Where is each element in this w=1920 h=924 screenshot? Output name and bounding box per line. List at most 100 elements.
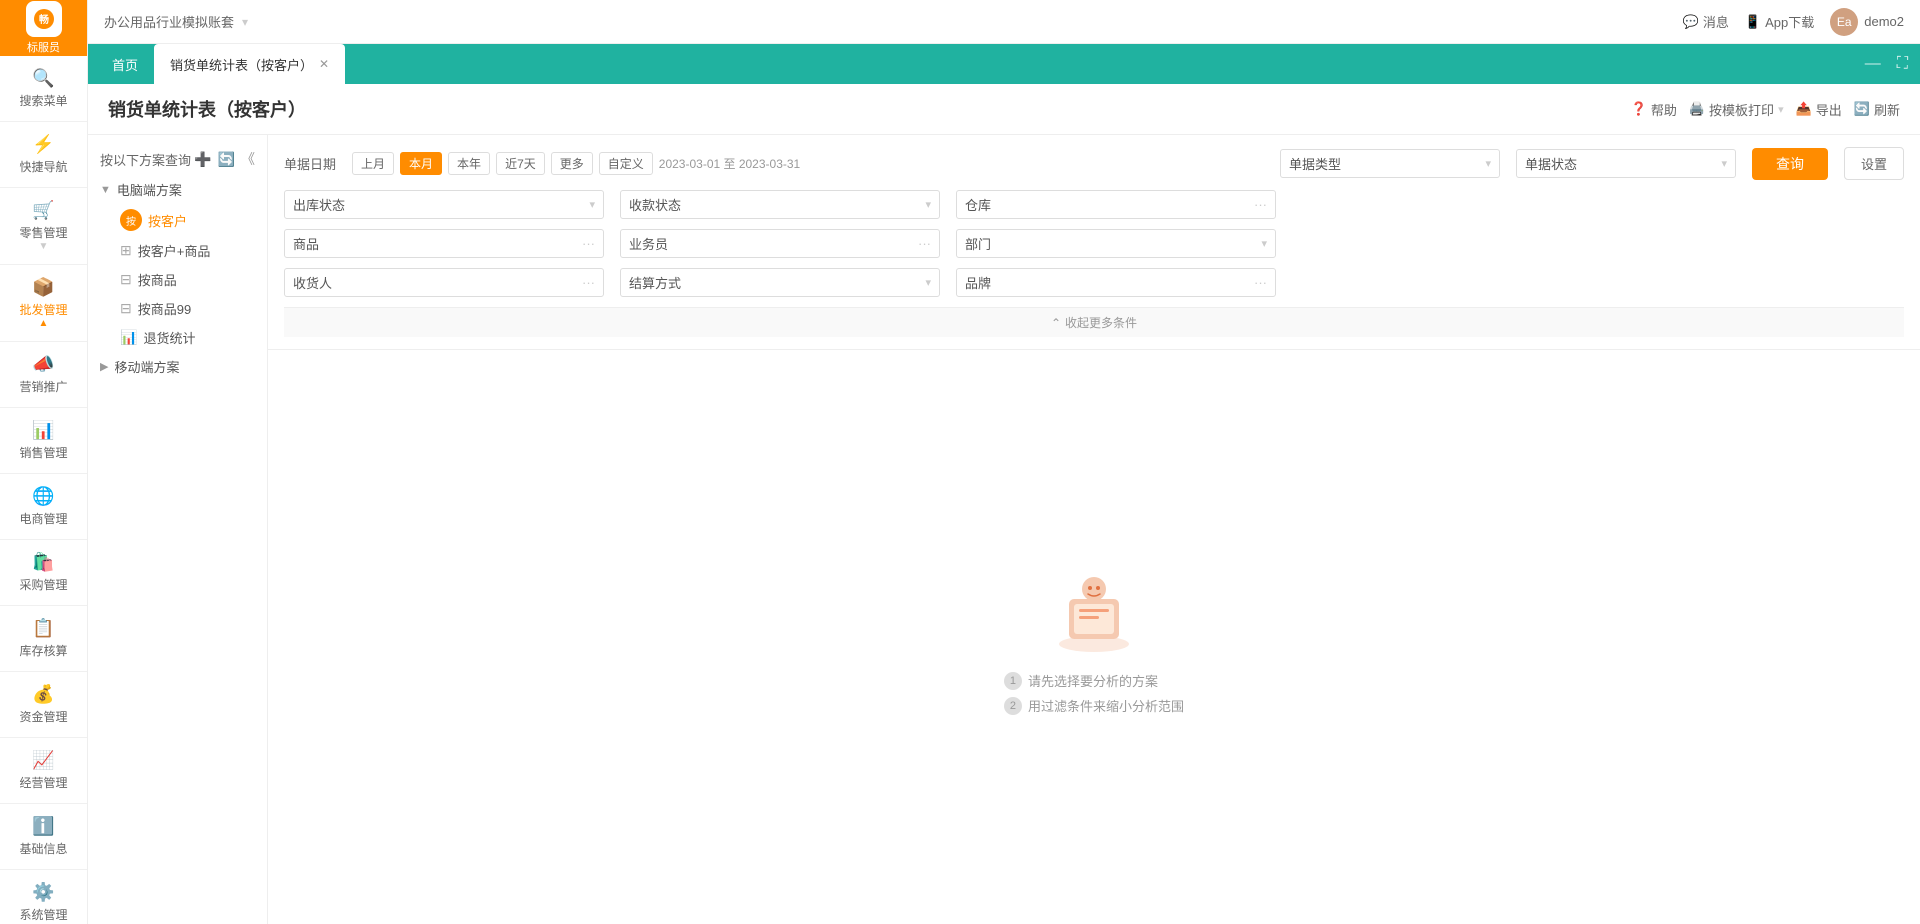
- sidebar-item-wholesale-label: 批发管理: [19, 301, 67, 318]
- print-icon: 🖨️: [1689, 101, 1705, 117]
- sidebar-item-marketing[interactable]: 📣 营销推广: [0, 342, 87, 408]
- tip1-text: 请先选择要分析的方案: [1028, 671, 1158, 690]
- settlement-select[interactable]: 结算方式 ▾: [620, 268, 940, 297]
- sales-icon: 📊: [32, 420, 54, 441]
- settings-button[interactable]: 设置: [1844, 147, 1904, 180]
- tree-item-customer-product[interactable]: ⊞ 按客户+商品: [88, 236, 267, 265]
- tab-sales-stat[interactable]: 销货单统计表（按客户） ✕: [154, 44, 345, 84]
- sidebar-item-search[interactable]: 🔍 搜索菜单: [0, 56, 87, 122]
- receipt-status-label: 收款状态: [629, 195, 681, 214]
- sidebar-menu: 🔍 搜索菜单 ⚡ 快捷导航 🛒 零售管理 ▼ 📦 批发管理 ▲ 📣 营销推广 📊…: [0, 56, 87, 924]
- sidebar-item-wholesale[interactable]: 📦 批发管理 ▲: [0, 265, 87, 342]
- left-panel-tools: ➕ 🔄 《: [194, 149, 255, 169]
- order-status-select[interactable]: 单据状态 ▾: [1516, 149, 1736, 178]
- receiver-dots-icon: ···: [582, 275, 595, 290]
- add-scheme-button[interactable]: ➕: [194, 151, 211, 168]
- tab-minimize-icon[interactable]: —: [1861, 51, 1885, 77]
- tab-maximize-icon[interactable]: ⛶: [1893, 51, 1912, 77]
- export-button[interactable]: 📤 导出: [1796, 100, 1842, 119]
- user-menu[interactable]: Ea demo2: [1830, 8, 1904, 36]
- help-label: 帮助: [1651, 100, 1677, 119]
- export-icon: 📤: [1796, 101, 1812, 117]
- breadcrumb: 办公用品行业模拟账套: [104, 12, 234, 31]
- tree-item-product[interactable]: ⊟ 按商品: [88, 265, 267, 294]
- settlement-label: 结算方式: [629, 273, 681, 292]
- sidebar-item-system[interactable]: ⚙️ 系统管理: [0, 870, 87, 924]
- warehouse-dots-icon: ···: [1254, 197, 1267, 212]
- download-icon: 📱: [1745, 14, 1761, 30]
- help-button[interactable]: ❓ 帮助: [1631, 100, 1677, 119]
- sidebar-item-basic[interactable]: ℹ️ 基础信息: [0, 804, 87, 870]
- message-button[interactable]: 💬 消息: [1683, 12, 1729, 31]
- tree-group-pc[interactable]: ▼ 电脑端方案: [88, 175, 267, 204]
- tab-home[interactable]: 首页: [96, 44, 154, 84]
- return-icon: 📊: [120, 329, 137, 346]
- sidebar-item-retail[interactable]: 🛒 零售管理 ▼: [0, 188, 87, 265]
- sidebar-item-retail-label: 零售管理: [19, 224, 67, 241]
- ecommerce-icon: 🌐: [32, 486, 54, 507]
- tip2-text: 用过滤条件来缩小分析范围: [1028, 696, 1184, 715]
- tab-home-label: 首页: [112, 55, 138, 74]
- date-btn-more[interactable]: 更多: [551, 152, 593, 175]
- sidebar-item-sales[interactable]: 📊 销售管理: [0, 408, 87, 474]
- receipt-status-select[interactable]: 收款状态 ▾: [620, 190, 940, 219]
- out-status-select[interactable]: 出库状态 ▾: [284, 190, 604, 219]
- salesperson-select[interactable]: 业务员 ···: [620, 229, 940, 258]
- collapse-bar[interactable]: ⌃ 收起更多条件: [284, 307, 1904, 337]
- order-type-select[interactable]: 单据类型 ▾: [1280, 149, 1500, 178]
- tree-group-mobile[interactable]: ▶ 移动端方案: [88, 352, 267, 381]
- brand-select[interactable]: 品牌 ···: [956, 268, 1276, 297]
- left-panel: 按以下方案查询 ➕ 🔄 《 ▼ 电脑端方案 按 按客户: [88, 135, 268, 924]
- filter-row-2: 出库状态 ▾ 收款状态 ▾ 仓库 ···: [284, 190, 1904, 219]
- tab-close-icon[interactable]: ✕: [319, 57, 329, 71]
- tree-item-return[interactable]: 📊 退货统计: [88, 323, 267, 352]
- sidebar-item-basic-label: 基础信息: [19, 840, 67, 857]
- date-btn-custom[interactable]: 自定义: [599, 152, 653, 175]
- tree-collapse-icon: ▶: [100, 360, 108, 373]
- sidebar-item-sales-label: 销售管理: [19, 444, 67, 461]
- export-label: 导出: [1816, 100, 1842, 119]
- finance-icon: 💰: [32, 684, 54, 705]
- content-area: 销货单统计表（按客户） ❓ 帮助 🖨️ 按模板打印 ▾ 📤 导出 🔄 刷新: [88, 84, 1920, 924]
- product-select[interactable]: 商品 ···: [284, 229, 604, 258]
- order-status-label: 单据状态: [1525, 154, 1577, 173]
- user-name: demo2: [1864, 14, 1904, 29]
- inventory-icon: 📋: [32, 618, 54, 639]
- tip2-num: 2: [1004, 697, 1022, 715]
- sidebar-item-finance-label: 资金管理: [19, 708, 67, 725]
- tree-item-product99[interactable]: ⊟ 按商品99: [88, 294, 267, 323]
- date-btn-last-month[interactable]: 上月: [352, 152, 394, 175]
- collapse-panel-button[interactable]: 《: [241, 149, 255, 169]
- sidebar-item-ecommerce[interactable]: 🌐 电商管理: [0, 474, 87, 540]
- collapse-label: 收起更多条件: [1065, 314, 1137, 331]
- refresh-label: 刷新: [1874, 100, 1900, 119]
- app-download-button[interactable]: 📱 App下载: [1745, 12, 1814, 31]
- product-label: 商品: [293, 234, 319, 253]
- date-btn-this-month[interactable]: 本月: [400, 152, 442, 175]
- message-icon: 💬: [1683, 14, 1699, 30]
- receiver-select[interactable]: 收货人 ···: [284, 268, 604, 297]
- warehouse-select[interactable]: 仓库 ···: [956, 190, 1276, 219]
- app-sub-label: 标服员: [27, 39, 60, 55]
- sidebar-item-inventory[interactable]: 📋 库存核算: [0, 606, 87, 672]
- date-btn-this-year[interactable]: 本年: [448, 152, 490, 175]
- product-dots-icon: ···: [582, 236, 595, 251]
- settlement-arrow-icon: ▾: [925, 276, 931, 289]
- refresh-scheme-button[interactable]: 🔄: [218, 151, 235, 168]
- active-scheme-label: 按: [126, 213, 136, 228]
- sidebar-item-operations[interactable]: 📈 经营管理: [0, 738, 87, 804]
- query-button[interactable]: 查询: [1752, 148, 1828, 180]
- retail-arrow-icon: ▼: [39, 241, 49, 252]
- sidebar-item-finance[interactable]: 💰 资金管理: [0, 672, 87, 738]
- print-button[interactable]: 🖨️ 按模板打印 ▾: [1689, 100, 1784, 119]
- sidebar-item-quicknav[interactable]: ⚡ 快捷导航: [0, 122, 87, 188]
- collapse-up-icon: ⌃: [1051, 316, 1061, 330]
- marketing-icon: 📣: [32, 354, 54, 375]
- department-select[interactable]: 部门 ▾: [956, 229, 1276, 258]
- date-btn-7days[interactable]: 近7天: [496, 152, 545, 175]
- sidebar-item-purchase[interactable]: 🛍️ 采购管理: [0, 540, 87, 606]
- left-panel-title: 按以下方案查询: [100, 150, 191, 169]
- refresh-button[interactable]: 🔄 刷新: [1854, 100, 1900, 119]
- tree-item-customer[interactable]: 按 按客户: [88, 204, 267, 236]
- top-header: 办公用品行业模拟账套 ▾ 💬 消息 📱 App下载 Ea demo2: [88, 0, 1920, 44]
